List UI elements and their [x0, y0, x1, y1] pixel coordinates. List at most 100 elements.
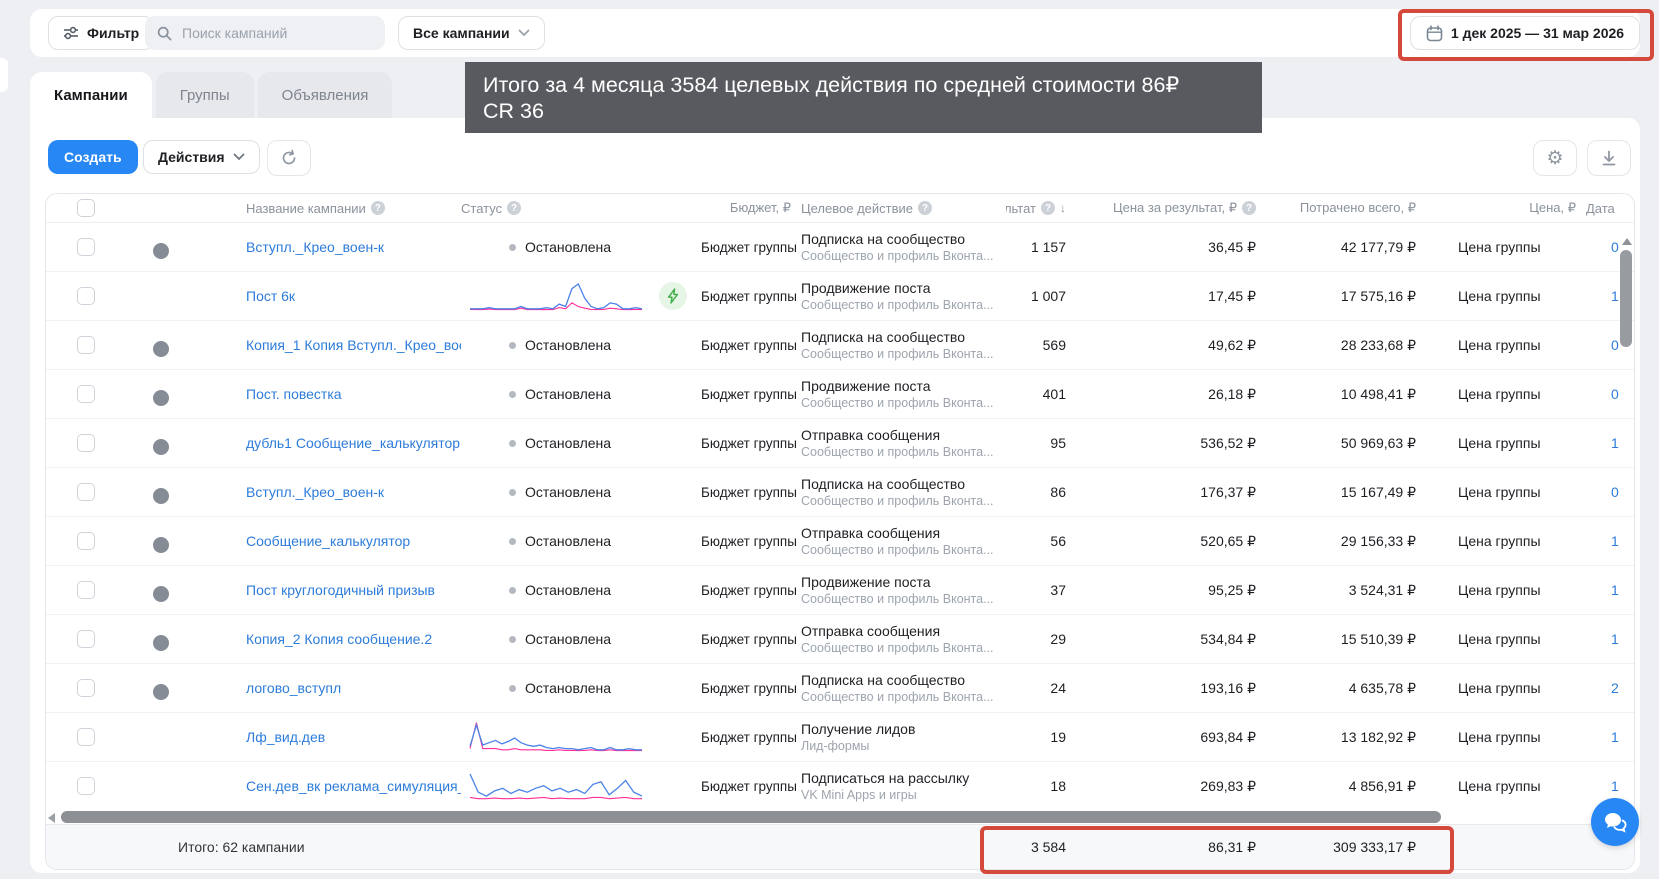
- row-checkbox-cell: [46, 777, 126, 795]
- budget-cell: Бюджет группы: [701, 484, 797, 500]
- table-row: Пост. повестка Остановлена Бюджет группы Пр…: [46, 370, 1634, 419]
- table-settings-button[interactable]: ⚙: [1533, 140, 1577, 176]
- campaign-name-link[interactable]: Вступл._Крео_воен-к: [246, 484, 384, 500]
- vertical-scroll-thumb[interactable]: [1620, 250, 1632, 347]
- campaign-scope-dropdown[interactable]: Все кампании: [398, 16, 545, 50]
- price-cell: Цена группы: [1458, 533, 1541, 549]
- header-action: Целевое действие?: [801, 201, 1006, 216]
- result-total: 3 584: [1030, 839, 1066, 855]
- tab-campaigns[interactable]: Кампании: [30, 72, 152, 118]
- date-cell[interactable]: 2: [1586, 680, 1634, 696]
- row-checkbox-cell: [46, 238, 126, 256]
- campaign-name-link[interactable]: Пост. повестка: [246, 386, 342, 402]
- spent-cell: 13 182,92 ₽: [1340, 728, 1416, 745]
- row-toggle-cell: [126, 385, 216, 406]
- row-checkbox[interactable]: [77, 728, 95, 746]
- export-download-button[interactable]: [1587, 140, 1631, 176]
- filter-button[interactable]: Фильтр: [48, 16, 155, 50]
- header-label-status: Статус: [461, 200, 503, 216]
- target-action-subtitle: Сообщество и профиль Вконта...: [801, 249, 994, 263]
- row-toggle-cell: [126, 434, 216, 455]
- row-toggle-cell: [125, 777, 216, 800]
- calendar-icon: [1426, 24, 1443, 41]
- table-row: дубль1 Сообщение_калькулятор Остановлена Б…: [46, 419, 1634, 468]
- help-icon[interactable]: ?: [370, 201, 385, 215]
- boost-icon: [659, 282, 687, 310]
- row-toggle-cell: [125, 728, 216, 751]
- campaign-name-link[interactable]: Лф_вид.дев: [246, 729, 325, 745]
- result-cell: 1 157: [1030, 239, 1066, 255]
- help-icon[interactable]: ?: [507, 201, 522, 215]
- budget-cell: Бюджет группы: [701, 435, 797, 451]
- target-action-cell: Подписка на сообщество Сообщество и профи…: [801, 671, 1006, 705]
- budget-cell: Бюджет группы: [701, 729, 797, 745]
- toggle-knob: [125, 780, 145, 800]
- date-cell[interactable]: 1: [1586, 533, 1634, 549]
- campaign-name-link[interactable]: Сообщение_калькулятор: [246, 533, 410, 549]
- refresh-icon: [282, 149, 296, 165]
- refresh-button[interactable]: [267, 140, 311, 176]
- row-checkbox[interactable]: [77, 385, 95, 403]
- date-cell[interactable]: 1: [1586, 778, 1634, 794]
- header-budget: Бюджет, ₽: [701, 200, 801, 216]
- date-cell[interactable]: 1: [1586, 631, 1634, 647]
- campaign-name-link[interactable]: Вступл._Крео_воен-к: [246, 239, 384, 255]
- date-cell[interactable]: 0: [1586, 484, 1634, 500]
- campaign-name-link[interactable]: логово_вступл: [246, 680, 341, 696]
- create-button[interactable]: Создать: [48, 140, 138, 174]
- row-checkbox[interactable]: [77, 238, 95, 256]
- campaign-name-link[interactable]: Пост круглогодичный призыв: [246, 582, 435, 598]
- vertical-scrollbar: [1620, 238, 1633, 438]
- support-chat-button[interactable]: [1591, 798, 1639, 846]
- target-action-subtitle: Сообщество и профиль Вконта...: [801, 592, 994, 606]
- campaign-search[interactable]: [145, 16, 385, 50]
- campaigns-table: Название кампании? Статус? Бюджет, ₽ Целево…: [45, 193, 1635, 870]
- price-cell: Цена группы: [1458, 484, 1541, 500]
- target-action-name: Продвижение поста: [801, 280, 931, 296]
- campaign-name-link[interactable]: Сен.дев_вк реклама_симуляция_н...: [246, 778, 461, 794]
- date-cell[interactable]: 1: [1586, 582, 1634, 598]
- toggle-knob: [153, 439, 169, 455]
- campaign-name-link[interactable]: Пост 6к: [246, 288, 295, 304]
- actions-dropdown[interactable]: Действия: [143, 140, 260, 174]
- tab-campaigns-label: Кампании: [54, 86, 128, 104]
- help-icon[interactable]: ?: [1242, 201, 1256, 215]
- spent-cell: 10 498,41 ₽: [1340, 385, 1416, 402]
- campaign-name-link[interactable]: Копия_2 Копия сообщение.2: [246, 631, 432, 647]
- date-cell[interactable]: 1: [1586, 729, 1634, 745]
- status-text: Остановлена: [525, 435, 612, 451]
- campaign-status-cell: Остановлена: [461, 582, 701, 598]
- scroll-up-arrow-icon[interactable]: [1622, 238, 1632, 245]
- row-checkbox[interactable]: [77, 777, 95, 795]
- row-checkbox-cell: [46, 385, 126, 403]
- status-dot-icon: [509, 635, 516, 643]
- row-checkbox[interactable]: [77, 532, 95, 550]
- help-icon[interactable]: ?: [1041, 201, 1055, 215]
- select-all-checkbox[interactable]: [77, 199, 95, 217]
- target-action-cell: Подписка на сообщество Сообщество и профи…: [801, 230, 1006, 264]
- row-checkbox[interactable]: [77, 287, 95, 305]
- date-range-picker[interactable]: 1 дек 2025 — 31 мар 2026: [1410, 16, 1640, 50]
- search-input[interactable]: [180, 24, 354, 42]
- vk-ads-campaigns-page: Фильтр Все кампании 1 дек 2025 — 31 мар …: [0, 0, 1659, 879]
- horizontal-scroll-thumb[interactable]: [61, 811, 1441, 823]
- sort-desc-icon[interactable]: ↓: [1060, 201, 1066, 215]
- row-checkbox[interactable]: [77, 483, 95, 501]
- row-checkbox[interactable]: [77, 679, 95, 697]
- tab-groups[interactable]: Группы: [155, 72, 254, 118]
- help-icon[interactable]: ?: [918, 201, 932, 215]
- target-action-subtitle: Сообщество и профиль Вконта...: [801, 543, 994, 557]
- target-action-cell: Отправка сообщения Сообщество и профиль В…: [801, 524, 1006, 558]
- campaign-name-link[interactable]: дубль1 Сообщение_калькулятор: [246, 435, 460, 451]
- row-checkbox[interactable]: [77, 336, 95, 354]
- row-checkbox[interactable]: [77, 434, 95, 452]
- table-row: Лф_вид.дев Бюджет группы Получение лидов Ли…: [46, 713, 1634, 762]
- table-row: Вступл._Крео_воен-к Остановлена Бюджет гру…: [46, 223, 1634, 272]
- tab-ads[interactable]: Объявления: [257, 72, 393, 118]
- scroll-left-arrow-icon[interactable]: [48, 813, 55, 823]
- campaign-name-link[interactable]: Копия_1 Копия Вступл._Крео_воен-к: [246, 337, 461, 353]
- row-checkbox[interactable]: [77, 581, 95, 599]
- spent-cell: 15 167,49 ₽: [1340, 483, 1416, 500]
- row-checkbox[interactable]: [77, 630, 95, 648]
- header-label-name: Название кампании: [246, 200, 366, 216]
